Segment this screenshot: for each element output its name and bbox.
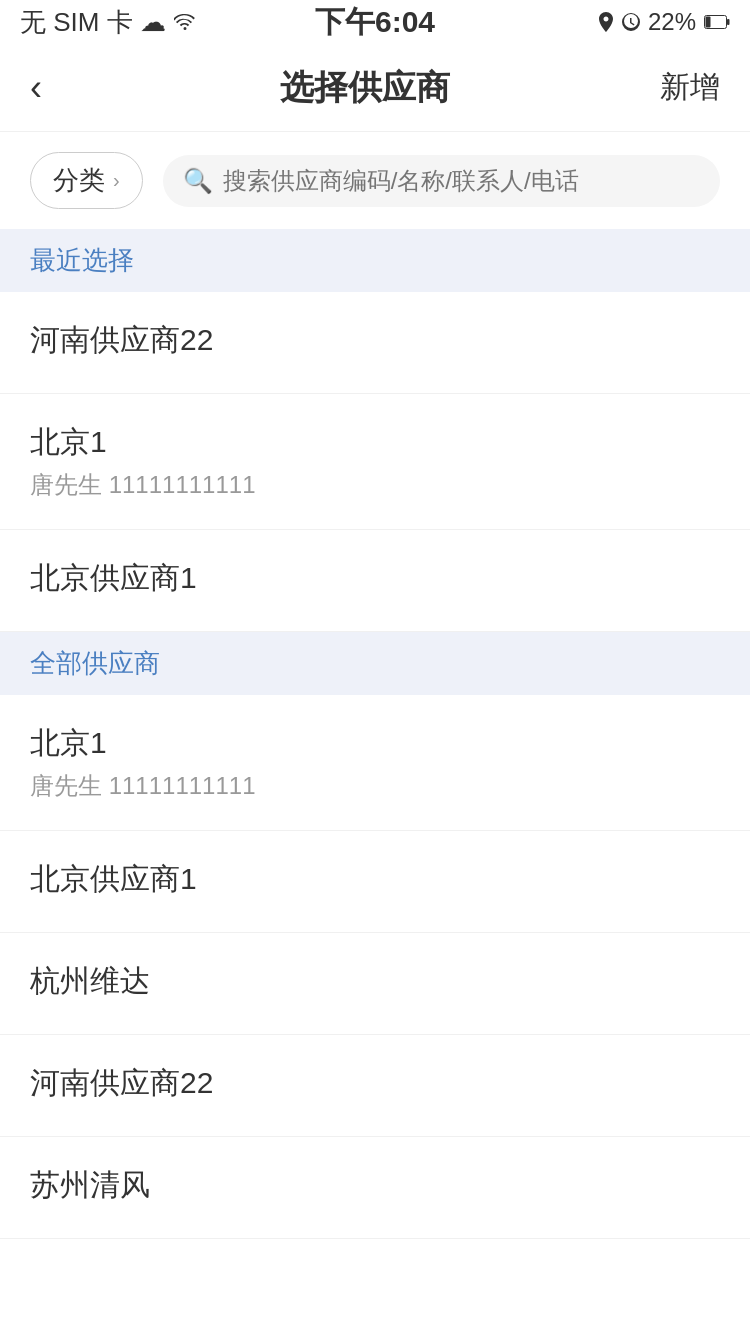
battery-icon bbox=[704, 15, 730, 29]
supplier-name: 河南供应商22 bbox=[30, 1063, 720, 1104]
back-button[interactable]: ‹ bbox=[30, 67, 90, 109]
list-item[interactable]: 河南供应商22 bbox=[0, 1035, 750, 1137]
status-bar: 无 SIM 卡 ☁ 下午6:04 22% bbox=[0, 0, 750, 44]
supplier-contact: 唐先生 11111111111 bbox=[30, 469, 720, 501]
status-bar-left: 无 SIM 卡 ☁ bbox=[20, 5, 196, 40]
add-button[interactable]: 新增 bbox=[640, 67, 720, 108]
section-header-recent: 最近选择 bbox=[0, 229, 750, 292]
page-title: 选择供应商 bbox=[280, 65, 450, 111]
supplier-name: 杭州维达 bbox=[30, 961, 720, 1002]
list-item[interactable]: 河南供应商22 bbox=[0, 292, 750, 394]
supplier-name: 北京1 bbox=[30, 422, 720, 463]
filter-bar: 分类 › 🔍 bbox=[0, 132, 750, 229]
chevron-right-icon: › bbox=[113, 169, 120, 192]
list-item[interactable]: 杭州维达 bbox=[0, 933, 750, 1035]
battery-status: 22% bbox=[648, 8, 696, 36]
category-label: 分类 bbox=[53, 163, 105, 198]
status-bar-right: 22% bbox=[598, 8, 730, 36]
list-item[interactable]: 北京供应商1 bbox=[0, 831, 750, 933]
wifi-icon bbox=[174, 14, 196, 30]
list-item[interactable]: 北京供应商1 bbox=[0, 530, 750, 632]
nav-bar: ‹ 选择供应商 新增 bbox=[0, 44, 750, 132]
list-item[interactable]: 苏州清风 bbox=[0, 1137, 750, 1239]
svg-rect-1 bbox=[706, 17, 711, 28]
search-box: 🔍 bbox=[163, 155, 720, 207]
sim-status: 无 SIM 卡 ☁ bbox=[20, 5, 166, 40]
supplier-name: 北京1 bbox=[30, 723, 720, 764]
category-filter[interactable]: 分类 › bbox=[30, 152, 143, 209]
status-bar-time: 下午6:04 bbox=[315, 2, 435, 43]
search-input[interactable] bbox=[223, 167, 700, 195]
supplier-name: 北京供应商1 bbox=[30, 558, 720, 599]
content: 最近选择河南供应商22 北京1 唐先生 11111111111 北京供应商1 全部供应商… bbox=[0, 229, 750, 1239]
supplier-name: 北京供应商1 bbox=[30, 859, 720, 900]
supplier-name: 河南供应商22 bbox=[30, 320, 720, 361]
svg-rect-2 bbox=[727, 19, 730, 25]
search-icon: 🔍 bbox=[183, 167, 213, 195]
section-header-all: 全部供应商 bbox=[0, 632, 750, 695]
list-item[interactable]: 北京1 唐先生 11111111111 bbox=[0, 695, 750, 831]
alarm-icon bbox=[622, 13, 640, 31]
supplier-name: 苏州清风 bbox=[30, 1165, 720, 1206]
location-icon bbox=[598, 12, 614, 32]
list-item[interactable]: 北京1 唐先生 11111111111 bbox=[0, 394, 750, 530]
supplier-contact: 唐先生 11111111111 bbox=[30, 770, 720, 802]
